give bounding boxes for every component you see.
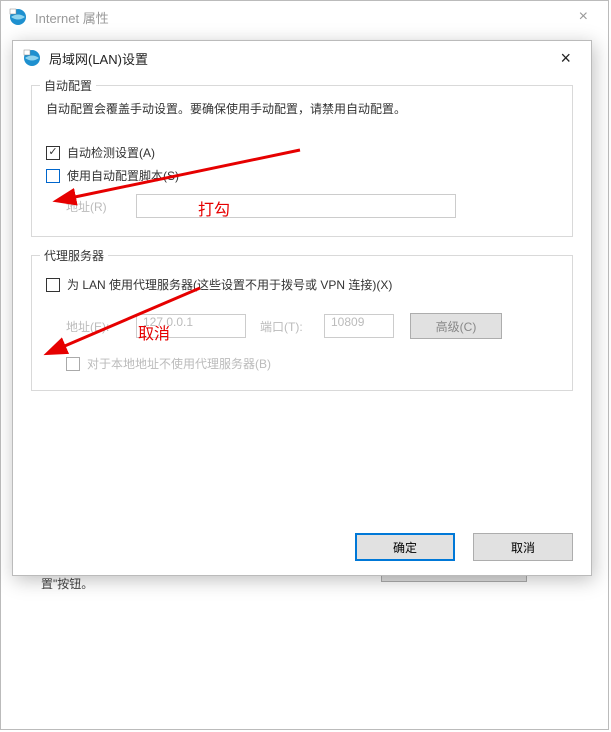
dialog-close-button[interactable]: × (550, 48, 581, 69)
ok-button[interactable]: 确定 (355, 533, 455, 561)
dialog-title: 局域网(LAN)设置 (49, 49, 550, 68)
auto-config-group: 自动配置 自动配置会覆盖手动设置。要确保使用手动配置，请禁用自动配置。 ✓ 自动… (31, 85, 573, 237)
proxy-advanced-button: 高级(C) (410, 313, 502, 339)
auto-script-checkbox[interactable] (46, 169, 60, 183)
proxy-port-input: 10809 (324, 314, 394, 338)
auto-detect-checkbox[interactable]: ✓ (46, 146, 60, 160)
dialog-titlebar: 局域网(LAN)设置 × (13, 41, 591, 75)
use-proxy-label: 为 LAN 使用代理服务器(这些设置不用于拨号或 VPN 连接)(X) (67, 276, 392, 293)
use-proxy-checkbox[interactable] (46, 278, 60, 292)
proxy-port-label: 端口(T): (260, 318, 324, 335)
proxy-group: 代理服务器 为 LAN 使用代理服务器(这些设置不用于拨号或 VPN 连接)(X… (31, 255, 573, 391)
script-address-label: 地址(R) (66, 198, 136, 215)
internet-globe-icon (9, 8, 27, 26)
proxy-address-row: 地址(E): 127.0.0.1 端口(T): 10809 高级(C) (66, 313, 558, 339)
cancel-button[interactable]: 取消 (473, 533, 573, 561)
auto-detect-row[interactable]: ✓ 自动检测设置(A) (46, 144, 558, 161)
proxy-address-label: 地址(E): (66, 318, 136, 335)
bypass-local-label: 对于本地地址不使用代理服务器(B) (87, 355, 271, 372)
proxy-legend: 代理服务器 (40, 247, 108, 264)
proxy-address-input: 127.0.0.1 (136, 314, 246, 338)
outer-titlebar: Internet 属性 × (1, 1, 608, 33)
script-address-input (136, 194, 456, 218)
use-proxy-row[interactable]: 为 LAN 使用代理服务器(这些设置不用于拨号或 VPN 连接)(X) (46, 276, 558, 293)
dialog-button-row: 确定 取消 (355, 533, 573, 561)
checkmark-icon: ✓ (48, 147, 57, 158)
outer-window-title: Internet 属性 (35, 8, 567, 27)
auto-config-hint: 自动配置会覆盖手动设置。要确保使用手动配置，请禁用自动配置。 (46, 100, 558, 118)
dialog-globe-icon (23, 49, 41, 67)
auto-script-label: 使用自动配置脚本(S) (67, 167, 179, 184)
script-address-row: 地址(R) (66, 194, 558, 218)
bypass-local-row: 对于本地地址不使用代理服务器(B) (66, 355, 558, 372)
outer-close-icon[interactable]: × (567, 8, 600, 26)
bypass-local-checkbox (66, 357, 80, 371)
auto-detect-label: 自动检测设置(A) (67, 144, 155, 161)
dialog-body: 自动配置 自动配置会覆盖手动设置。要确保使用手动配置，请禁用自动配置。 ✓ 自动… (13, 75, 591, 575)
auto-config-legend: 自动配置 (40, 77, 96, 94)
auto-script-row[interactable]: 使用自动配置脚本(S) (46, 167, 558, 184)
lan-settings-dialog: 局域网(LAN)设置 × 自动配置 自动配置会覆盖手动设置。要确保使用手动配置，… (12, 40, 592, 576)
